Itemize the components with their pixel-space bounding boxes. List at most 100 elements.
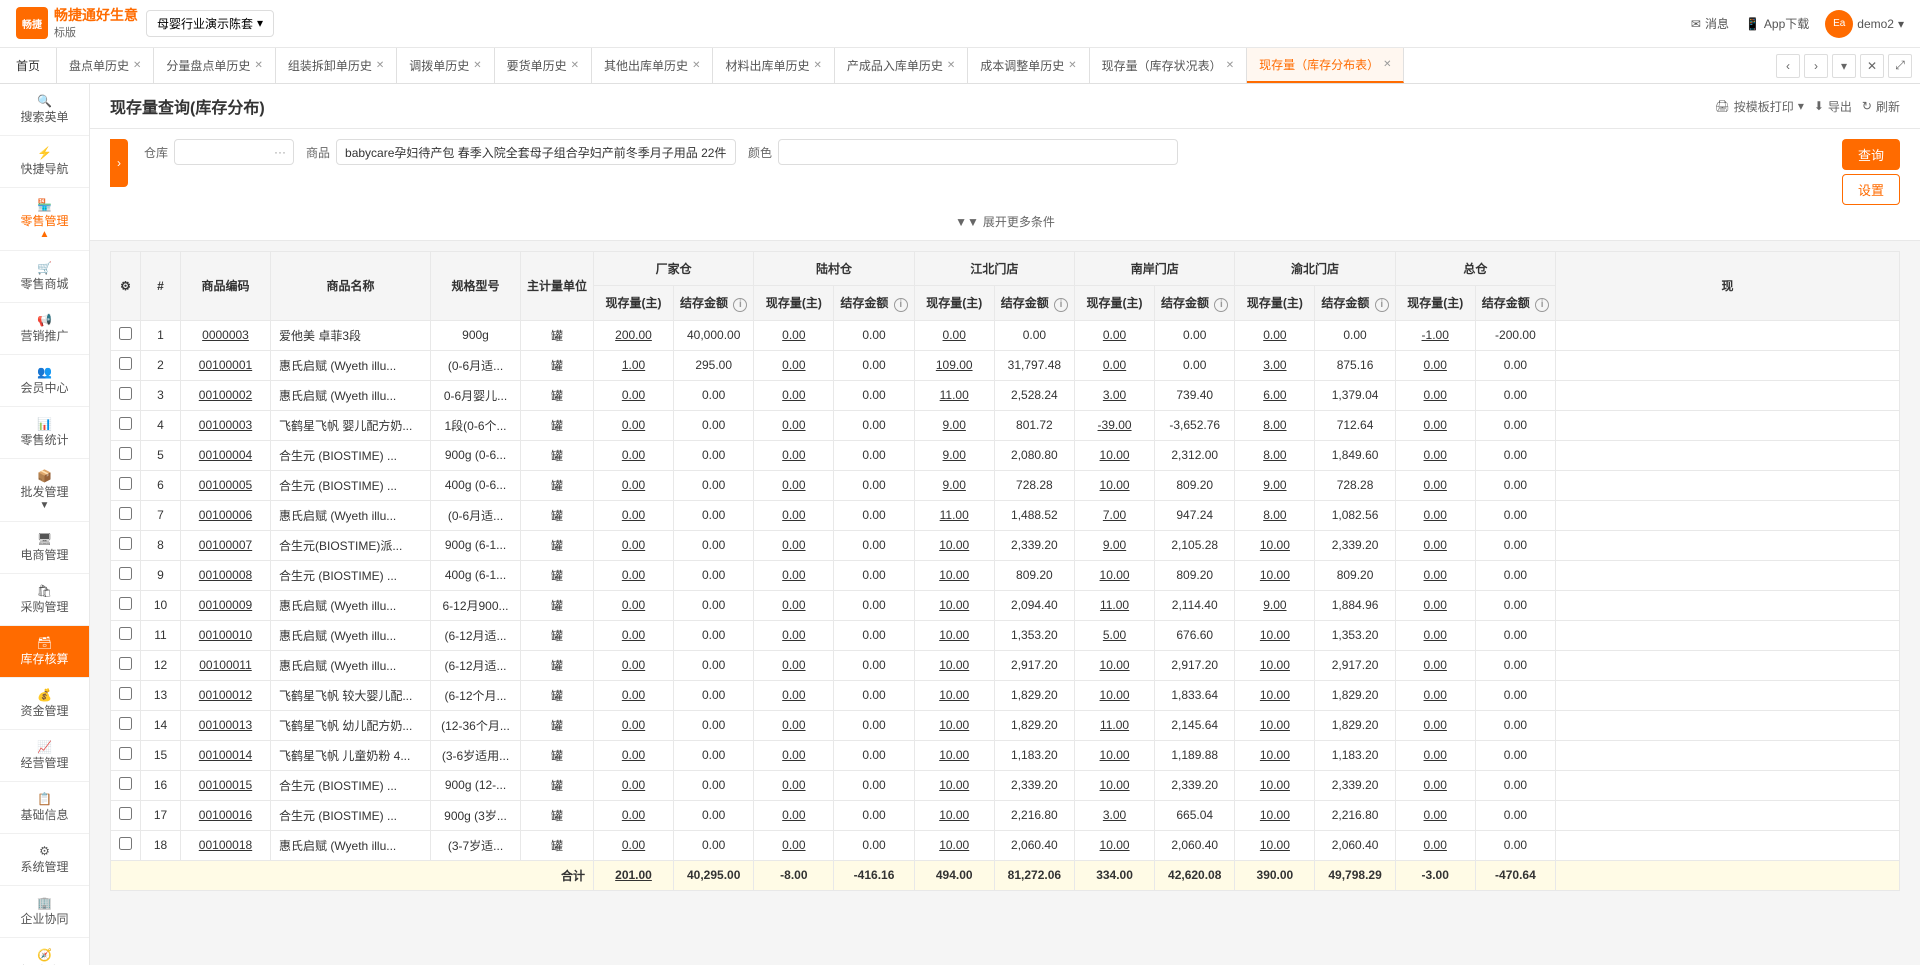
row-yb-cur[interactable]: 8.00 [1235, 500, 1315, 530]
row-na-cur[interactable]: 11.00 [1075, 590, 1155, 620]
sidebar-item-basics[interactable]: 📋 基础信息 [0, 782, 89, 834]
row-yb-cur[interactable]: 10.00 [1235, 740, 1315, 770]
row-check[interactable] [111, 410, 141, 440]
row-code[interactable]: 00100002 [181, 380, 271, 410]
tab-prev-btn[interactable]: ‹ [1776, 54, 1800, 78]
row-na-cur[interactable]: 10.00 [1075, 650, 1155, 680]
sidebar-item-retail-stats[interactable]: 📊 零售统计 [0, 407, 89, 459]
tab-close-other-out[interactable]: ✕ [692, 60, 700, 71]
row-yb-cur[interactable]: 8.00 [1235, 440, 1315, 470]
tab-other-out[interactable]: 其他出库单历史 ✕ [592, 48, 713, 83]
color-input[interactable] [778, 139, 1178, 165]
row-l-cur[interactable]: 0.00 [754, 800, 834, 830]
row-check[interactable] [111, 680, 141, 710]
row-t-cur[interactable]: 0.00 [1395, 740, 1475, 770]
sidebar-item-system[interactable]: ⚙ 系统管理 [0, 834, 89, 886]
row-jb-cur[interactable]: 10.00 [914, 560, 994, 590]
row-check[interactable] [111, 470, 141, 500]
row-na-cur[interactable]: 3.00 [1075, 800, 1155, 830]
row-t-cur[interactable]: 0.00 [1395, 800, 1475, 830]
row-jb-cur[interactable]: 10.00 [914, 800, 994, 830]
row-na-cur[interactable]: 10.00 [1075, 770, 1155, 800]
row-check[interactable] [111, 830, 141, 860]
row-check[interactable] [111, 320, 141, 350]
row-l-cur[interactable]: 0.00 [754, 380, 834, 410]
row-code[interactable]: 00100006 [181, 500, 271, 530]
row-t-cur[interactable]: 0.00 [1395, 620, 1475, 650]
row-f-cur[interactable]: 0.00 [594, 830, 674, 860]
tab-more-btn[interactable]: ▾ [1832, 54, 1856, 78]
row-check[interactable] [111, 380, 141, 410]
sidebar-item-operation[interactable]: 📈 经营管理 [0, 730, 89, 782]
row-yb-cur[interactable]: 10.00 [1235, 830, 1315, 860]
row-f-cur[interactable]: 0.00 [594, 680, 674, 710]
row-t-cur[interactable]: 0.00 [1395, 650, 1475, 680]
row-l-cur[interactable]: 0.00 [754, 530, 834, 560]
row-t-cur[interactable]: 0.00 [1395, 590, 1475, 620]
row-check[interactable] [111, 620, 141, 650]
tab-product-in[interactable]: 产成品入库单历史 ✕ [835, 48, 968, 83]
tab-close-material-out[interactable]: ✕ [813, 60, 821, 71]
row-t-cur[interactable]: -1.00 [1395, 320, 1475, 350]
row-jb-cur[interactable]: 10.00 [914, 830, 994, 860]
tab-close-inventory-point[interactable]: ✕ [254, 60, 262, 71]
row-code[interactable]: 00100003 [181, 410, 271, 440]
row-jb-cur[interactable]: 109.00 [914, 350, 994, 380]
tab-next-btn[interactable]: › [1804, 54, 1828, 78]
row-yb-cur[interactable]: 9.00 [1235, 590, 1315, 620]
row-code[interactable]: 00100015 [181, 770, 271, 800]
yuanbei-bal-info[interactable]: i [1375, 298, 1389, 312]
row-check[interactable] [111, 530, 141, 560]
row-t-cur[interactable]: 0.00 [1395, 350, 1475, 380]
row-check[interactable] [111, 710, 141, 740]
tab-close-all-btn[interactable]: ✕ [1860, 54, 1884, 78]
row-jb-cur[interactable]: 9.00 [914, 470, 994, 500]
row-l-cur[interactable]: 0.00 [754, 350, 834, 380]
row-code[interactable]: 00100007 [181, 530, 271, 560]
row-jb-cur[interactable]: 9.00 [914, 410, 994, 440]
sidebar-item-retail-store[interactable]: 🛒 零售商城 [0, 251, 89, 303]
tab-cost-adjust[interactable]: 成本调整单历史 ✕ [968, 48, 1089, 83]
nanan-bal-info[interactable]: i [1214, 298, 1228, 312]
row-code[interactable]: 00100013 [181, 710, 271, 740]
row-na-cur[interactable]: 0.00 [1075, 320, 1155, 350]
warehouse-dots[interactable]: ··· [274, 145, 286, 159]
row-check[interactable] [111, 770, 141, 800]
row-na-cur[interactable]: 10.00 [1075, 740, 1155, 770]
row-na-cur[interactable]: 10.00 [1075, 830, 1155, 860]
sidebar-item-guide[interactable]: 🧭 新手引导 [0, 938, 89, 965]
row-l-cur[interactable]: 0.00 [754, 680, 834, 710]
row-f-cur[interactable]: 0.00 [594, 740, 674, 770]
row-l-cur[interactable]: 0.00 [754, 650, 834, 680]
row-f-cur[interactable]: 0.00 [594, 500, 674, 530]
row-t-cur[interactable]: 0.00 [1395, 770, 1475, 800]
row-yb-cur[interactable]: 10.00 [1235, 530, 1315, 560]
row-l-cur[interactable]: 0.00 [754, 770, 834, 800]
row-yb-cur[interactable]: 10.00 [1235, 800, 1315, 830]
row-t-cur[interactable]: 0.00 [1395, 500, 1475, 530]
row-yb-cur[interactable]: 10.00 [1235, 710, 1315, 740]
row-na-cur[interactable]: 9.00 [1075, 530, 1155, 560]
th-settings[interactable]: ⚙ [111, 252, 141, 321]
factory-bal-info[interactable]: i [733, 298, 747, 312]
row-t-cur[interactable]: 0.00 [1395, 560, 1475, 590]
row-na-cur[interactable]: 0.00 [1075, 350, 1155, 380]
tab-close-stock-dist[interactable]: ✕ [1383, 59, 1391, 70]
row-t-cur[interactable]: 0.00 [1395, 410, 1475, 440]
row-yb-cur[interactable]: 10.00 [1235, 770, 1315, 800]
summary-f-cur[interactable]: 201.00 [594, 860, 674, 890]
row-t-cur[interactable]: 0.00 [1395, 440, 1475, 470]
row-check[interactable] [111, 740, 141, 770]
row-t-cur[interactable]: 0.00 [1395, 830, 1475, 860]
row-code[interactable]: 0000003 [181, 320, 271, 350]
row-f-cur[interactable]: 1.00 [594, 350, 674, 380]
row-f-cur[interactable]: 0.00 [594, 440, 674, 470]
row-check[interactable] [111, 560, 141, 590]
row-f-cur[interactable]: 200.00 [594, 320, 674, 350]
tab-expand-btn[interactable]: ⤢ [1888, 54, 1912, 78]
row-yb-cur[interactable]: 10.00 [1235, 560, 1315, 590]
row-t-cur[interactable]: 0.00 [1395, 470, 1475, 500]
row-f-cur[interactable]: 0.00 [594, 410, 674, 440]
tab-close-inventory-single[interactable]: ✕ [133, 60, 141, 71]
sidebar-item-member[interactable]: 👥 会员中心 [0, 355, 89, 407]
